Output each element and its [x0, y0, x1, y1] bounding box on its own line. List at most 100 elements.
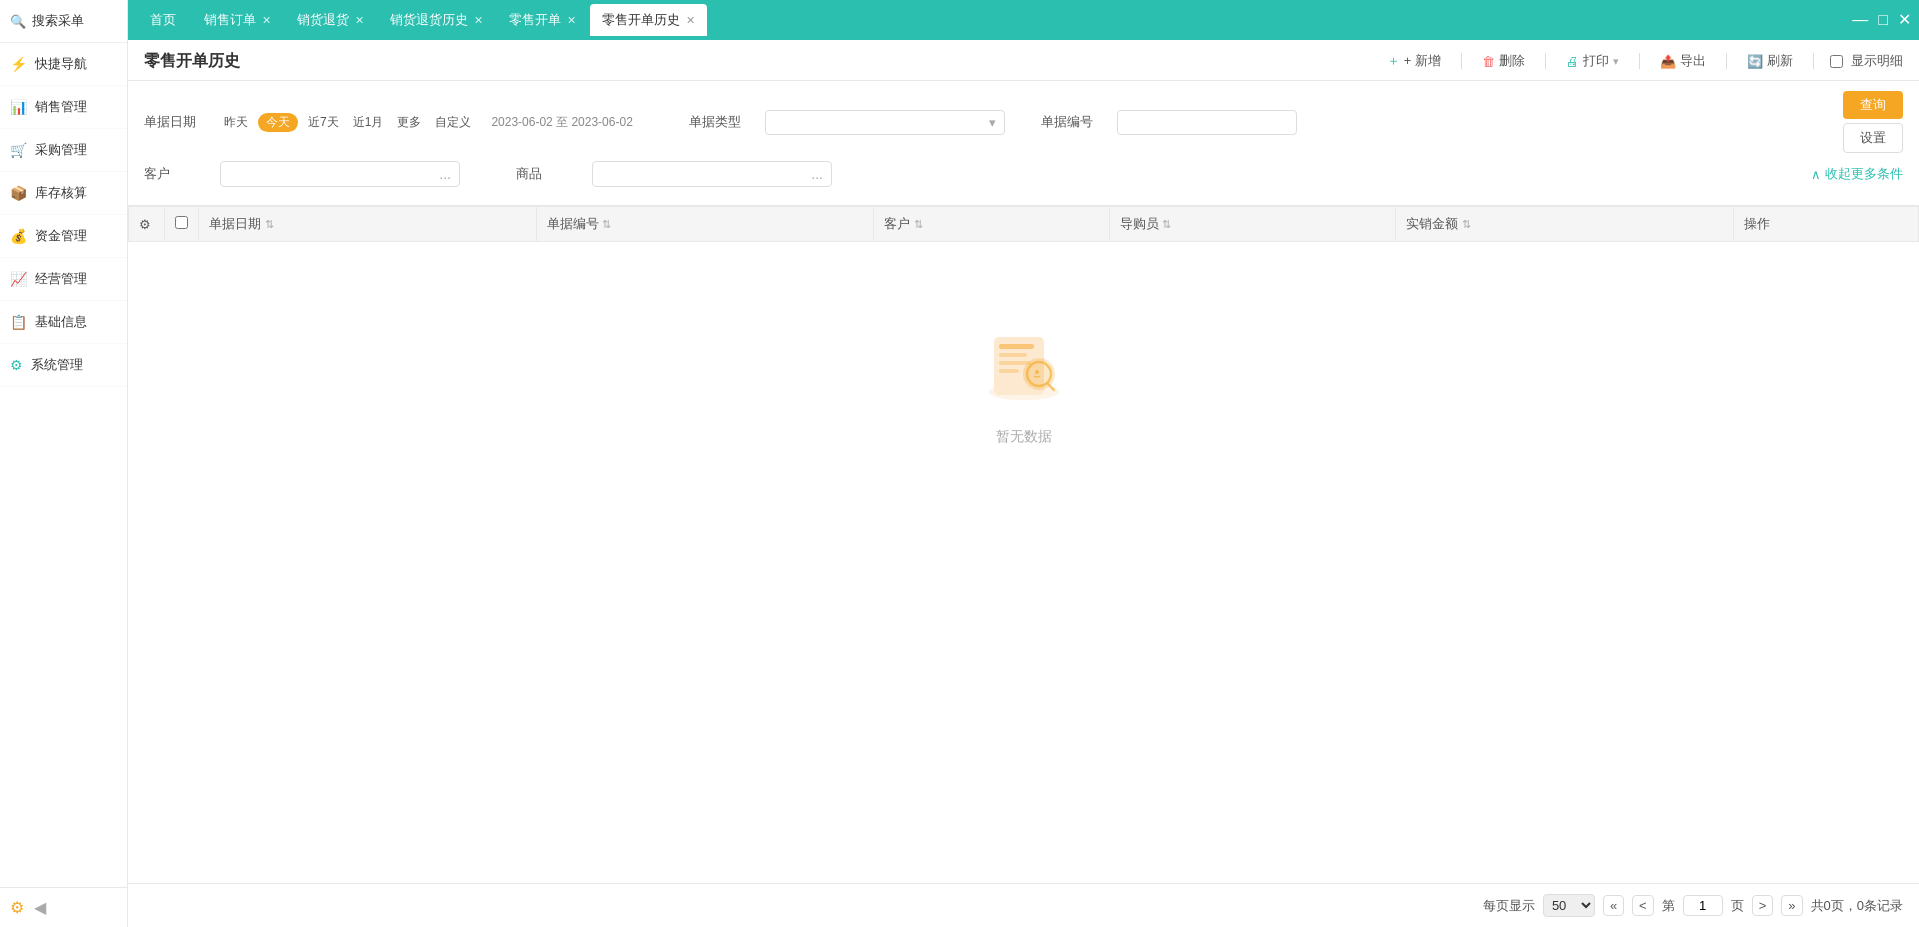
date-option-last_month[interactable]: 近1月 — [349, 113, 388, 132]
print-label: 打印 — [1583, 52, 1609, 70]
per-page-select[interactable]: 102050100 — [1543, 894, 1595, 917]
add-button[interactable]: ＋ + 新增 — [1383, 50, 1445, 72]
doc-type-label: 单据类型 — [689, 113, 749, 131]
goods-ellipsis-icon[interactable]: ... — [811, 166, 823, 182]
add-label: + 新增 — [1404, 52, 1441, 70]
first-page-button[interactable]: « — [1603, 895, 1624, 916]
display-toggle[interactable]: 显示明细 — [1830, 52, 1903, 70]
refresh-button[interactable]: 🔄 刷新 — [1743, 50, 1797, 72]
date-option-custom[interactable]: 自定义 — [431, 113, 475, 132]
search-icon: 🔍 — [10, 14, 26, 29]
th-date-sort-icon[interactable]: ⇅ — [265, 218, 274, 230]
date-options: 昨天今天近7天近1月更多自定义 — [220, 113, 475, 132]
goods-select[interactable]: ... — [592, 161, 832, 187]
pagination: 每页显示 102050100 « < 第 页 > » 共0页，0条记录 — [128, 883, 1919, 927]
tab-close-sales-return-history[interactable]: ✕ — [474, 14, 483, 27]
sidebar-item-basic-info[interactable]: 📋基础信息 — [0, 301, 127, 344]
display-checkbox[interactable] — [1830, 55, 1843, 68]
close-button[interactable]: ✕ — [1898, 12, 1911, 28]
sidebar-label-inventory: 库存核算 — [35, 184, 87, 202]
header-row: ⚙单据日期 ⇅单据编号 ⇅客户 ⇅导购员 ⇅实销金额 ⇅操作 — [129, 207, 1919, 242]
th-settings[interactable]: ⚙ — [129, 207, 165, 242]
svg-rect-2 — [999, 344, 1034, 349]
customer-select[interactable]: ... — [220, 161, 460, 187]
data-table: ⚙单据日期 ⇅单据编号 ⇅客户 ⇅导购员 ⇅实销金额 ⇅操作 — [128, 206, 1919, 242]
th-amount-sort-icon[interactable]: ⇅ — [1462, 218, 1471, 230]
th-date[interactable]: 单据日期 ⇅ — [199, 207, 537, 242]
sidebar-item-sales-mgmt[interactable]: 📊销售管理 — [0, 86, 127, 129]
divider-4 — [1726, 53, 1727, 69]
per-page-label: 每页显示 — [1483, 897, 1535, 915]
tab-close-retail-open-history[interactable]: ✕ — [686, 14, 695, 27]
tab-label-retail-open-history: 零售开单历史 — [602, 11, 680, 29]
tab-close-retail-open[interactable]: ✕ — [567, 14, 576, 27]
tab-label-sales-return-history: 销货退货历史 — [390, 11, 468, 29]
date-option-more[interactable]: 更多 — [393, 113, 425, 132]
settings-button[interactable]: ⚙ — [10, 898, 24, 917]
next-page-button[interactable]: > — [1752, 895, 1774, 916]
sidebar-item-sys-mgmt[interactable]: ⚙系统管理 — [0, 344, 127, 387]
th-doc_no-sort-icon[interactable]: ⇅ — [602, 218, 611, 230]
sidebar-item-purchase-mgmt[interactable]: 🛒采购管理 — [0, 129, 127, 172]
customer-ellipsis-icon[interactable]: ... — [439, 166, 451, 182]
page-input[interactable] — [1683, 895, 1723, 916]
tab-home[interactable]: 首页 — [136, 4, 190, 36]
th-checkbox — [165, 207, 199, 242]
collapse-sidebar-button[interactable]: ◀ — [34, 898, 46, 917]
tab-label-retail-open: 零售开单 — [509, 11, 561, 29]
tab-bar: 首页销售订单✕销货退货✕ 销货退货历史 ✕ 零售开单 ✕ 零售开单历史 ✕ — □ ✕ — [128, 0, 1919, 40]
tab-sales-return[interactable]: 销货退货✕ — [285, 4, 376, 36]
divider-5 — [1813, 53, 1814, 69]
page-content: 零售开单历史 ＋ + 新增 🗑 删除 🖨 打印 ▾ — [128, 40, 1919, 927]
sidebar-item-inventory[interactable]: 📦库存核算 — [0, 172, 127, 215]
delete-label: 删除 — [1499, 52, 1525, 70]
tab-sales-return-history[interactable]: 销货退货历史 ✕ — [378, 4, 495, 36]
tab-retail-open[interactable]: 零售开单 ✕ — [497, 4, 588, 36]
date-option-yesterday[interactable]: 昨天 — [220, 113, 252, 132]
window-controls: — □ ✕ — [1852, 12, 1911, 28]
minimize-button[interactable]: — — [1852, 12, 1868, 28]
maximize-button[interactable]: □ — [1878, 12, 1888, 28]
th-action: 操作 — [1733, 207, 1918, 242]
prev-page-button[interactable]: < — [1632, 895, 1654, 916]
refresh-label: 刷新 — [1767, 52, 1793, 70]
th-customer[interactable]: 客户 ⇅ — [874, 207, 1109, 242]
search-button[interactable]: 🔍 搜索采单 — [0, 0, 127, 43]
th-customer-label: 客户 — [884, 216, 910, 231]
empty-text: 暂无数据 — [996, 428, 1052, 446]
th-guide-sort-icon[interactable]: ⇅ — [1162, 218, 1171, 230]
sidebar-label-finance: 资金管理 — [35, 227, 87, 245]
print-button[interactable]: 🖨 打印 ▾ — [1562, 50, 1623, 72]
tab-close-sales-order[interactable]: ✕ — [262, 14, 271, 27]
date-option-last7[interactable]: 近7天 — [304, 113, 343, 132]
th-customer-sort-icon[interactable]: ⇅ — [914, 218, 923, 230]
tab-retail-open-history[interactable]: 零售开单历史 ✕ — [590, 4, 707, 36]
th-amount-label: 实销金额 — [1406, 216, 1458, 231]
empty-icon — [974, 322, 1074, 412]
doc-no-label: 单据编号 — [1041, 113, 1101, 131]
last-page-button[interactable]: » — [1781, 895, 1802, 916]
svg-point-9 — [1035, 370, 1039, 374]
sidebar-icon-sys-mgmt: ⚙ — [10, 357, 23, 373]
th-amount[interactable]: 实销金额 ⇅ — [1395, 207, 1733, 242]
collapse-button[interactable]: ∧ 收起更多条件 — [1811, 165, 1903, 183]
sidebar-item-finance[interactable]: 💰资金管理 — [0, 215, 127, 258]
sidebar-icon-operations: 📈 — [10, 271, 27, 287]
filter-row-1: 单据日期 昨天今天近7天近1月更多自定义 2023-06-02 至 2023-0… — [144, 91, 1903, 153]
doc-type-select[interactable]: ▾ — [765, 110, 1005, 135]
th-guide[interactable]: 导购员 ⇅ — [1109, 207, 1395, 242]
sidebar-item-quick-nav[interactable]: ⚡快捷导航 — [0, 43, 127, 86]
filter-settings-button[interactable]: 设置 — [1843, 123, 1903, 153]
tab-sales-order[interactable]: 销售订单✕ — [192, 4, 283, 36]
select-all-checkbox[interactable] — [175, 216, 188, 229]
query-button[interactable]: 查询 — [1843, 91, 1903, 119]
doc-no-input[interactable] — [1117, 110, 1297, 135]
sidebar-item-operations[interactable]: 📈经营管理 — [0, 258, 127, 301]
tab-close-sales-return[interactable]: ✕ — [355, 14, 364, 27]
th-doc_no[interactable]: 单据编号 ⇅ — [536, 207, 874, 242]
export-button[interactable]: 📤 导出 — [1656, 50, 1710, 72]
date-option-today[interactable]: 今天 — [258, 113, 298, 132]
table-settings-icon[interactable]: ⚙ — [139, 217, 151, 232]
delete-button[interactable]: 🗑 删除 — [1478, 50, 1529, 72]
divider-1 — [1461, 53, 1462, 69]
